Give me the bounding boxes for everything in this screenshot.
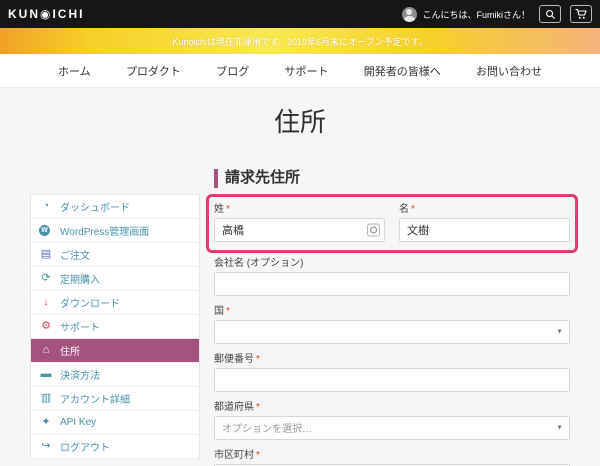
sidebar-item-orders[interactable]: ▤ ご注文 [31, 243, 199, 267]
state-select[interactable]: オプションを選択… ▼ [214, 415, 570, 440]
sidebar-item-downloads[interactable]: ↓ ダウンロード [31, 291, 199, 315]
search-button[interactable] [539, 5, 561, 23]
nav-item-support[interactable]: サポート [284, 63, 328, 79]
sidebar-item-label: 決済方法 [60, 371, 100, 382]
content-layout: ◔ ダッシュボード W WordPress管理画面 ▤ ご注文 ⟳ 定期購入 ↓… [0, 169, 600, 466]
sidebar-item-logout[interactable]: ↪ ログアウト [31, 435, 199, 459]
id-card-icon: ▥ [40, 392, 52, 404]
credit-card-icon: ▬ [40, 368, 52, 380]
subscriptions-icon: ⟳ [41, 272, 51, 284]
sidebar-item-label: ご注文 [60, 251, 90, 262]
sidebar-item-label: ダウンロード [60, 299, 120, 310]
required-mark: * [256, 401, 260, 413]
nav-item-products[interactable]: プロダクト [126, 63, 181, 79]
sidebar-item-label: ダッシュボード [60, 203, 130, 214]
sidebar-item-label: ログアウト [60, 443, 110, 454]
billing-address-form: 請求先住所 姓* 名* 会社名 (オプション) 国* [206, 169, 578, 466]
account-sidebar: ◔ ダッシュボード W WordPress管理画面 ▤ ご注文 ⟳ 定期購入 ↓… [30, 194, 200, 459]
country-label: 国 * [214, 305, 230, 317]
sidebar-item-label: サポート [60, 323, 100, 334]
sidebar-item-label: アカウント詳細 [60, 395, 130, 406]
sidebar-item-wp-admin[interactable]: W WordPress管理画面 [31, 219, 199, 243]
required-mark: * [256, 449, 260, 461]
state-select-placeholder: オプションを選択… [222, 424, 312, 436]
last-name-label: 姓 * [214, 203, 230, 215]
sidebar-item-label: API Key [60, 417, 97, 428]
sidebar-item-support[interactable]: ⚙ サポート [31, 315, 199, 339]
last-name-input[interactable] [214, 217, 385, 242]
wordpress-icon: W [39, 225, 53, 236]
required-mark: * [256, 353, 260, 365]
first-name-field-group: 名 * [399, 200, 570, 242]
sidebar-item-payment-methods[interactable]: ▬ 決済方法 [31, 363, 199, 387]
chevron-down-icon: ▼ [556, 328, 563, 336]
company-input[interactable] [214, 271, 570, 296]
sidebar-item-addresses[interactable]: ⌂ 住所 [31, 339, 199, 363]
support-gear-icon: ⚙ [41, 320, 51, 332]
country-select[interactable]: ▼ [214, 319, 570, 344]
top-bar: KUN◉ICHI こんにちは、Fumikiさん！ [0, 0, 600, 28]
postcode-label: 郵便番号 * [214, 353, 260, 365]
required-mark: * [226, 203, 230, 215]
required-mark: * [411, 203, 415, 215]
last-name-field-group: 姓 * [214, 200, 385, 242]
nav-item-blog[interactable]: ブログ [216, 63, 249, 79]
notice-banner: Kunoichiは現在非運用です。2019年6月末にオープン予定です。 [0, 28, 600, 54]
company-label: 会社名 (オプション) [214, 257, 304, 269]
nav-item-contact[interactable]: お問い合わせ [476, 63, 542, 79]
nav-item-developers[interactable]: 開発者の皆様へ [364, 63, 441, 79]
user-avatar [401, 6, 417, 22]
nav-item-home[interactable]: ホーム [58, 63, 91, 79]
user-greeting: こんにちは、Fumikiさん！ [422, 9, 531, 20]
first-name-input[interactable] [399, 217, 570, 242]
sidebar-item-api-key[interactable]: ✦ API Key [31, 411, 199, 435]
section-title: 請求先住所 [214, 169, 570, 188]
password-manager-icon[interactable] [367, 223, 380, 237]
country-field-group: 国 * ▼ [214, 302, 570, 344]
logout-icon: ↪ [41, 440, 51, 452]
company-field-group: 会社名 (オプション) [214, 254, 570, 296]
key-icon: ✦ [41, 416, 51, 428]
cart-button[interactable] [570, 5, 592, 23]
cart-icon [575, 8, 587, 19]
orders-icon: ▤ [40, 248, 52, 260]
dashboard-icon: ◔ [42, 200, 50, 212]
sidebar-item-label: 住所 [60, 347, 80, 358]
postcode-field-group: 郵便番号 * [214, 350, 570, 392]
first-name-label: 名 * [399, 203, 415, 215]
state-label: 都道府県 * [214, 401, 260, 413]
site-logo[interactable]: KUN◉ICHI [8, 7, 84, 21]
name-row: 姓* 名* [206, 193, 578, 253]
state-field-group: 都道府県 * オプションを選択… ▼ [214, 398, 570, 440]
page-title: 住所 [273, 107, 326, 137]
sidebar-item-account-details[interactable]: ▥ アカウント詳細 [31, 387, 199, 411]
postcode-input[interactable] [214, 367, 570, 392]
downloads-icon: ↓ [43, 296, 49, 308]
city-label: 市区町村 * [214, 449, 260, 461]
sidebar-item-label: 定期購入 [60, 275, 100, 286]
main-nav: ホーム プロダクト ブログ サポート 開発者の皆様へ お問い合わせ [0, 54, 600, 88]
city-field-group: 市区町村 * [214, 446, 570, 466]
notice-text: Kunoichiは現在非運用です。2019年6月末にオープン予定です。 [172, 36, 428, 47]
required-mark: * [226, 305, 230, 317]
address-icon: ⌂ [42, 344, 50, 356]
search-icon [545, 9, 555, 19]
sidebar-item-dashboard[interactable]: ◔ ダッシュボード [31, 195, 199, 219]
sidebar-item-subscriptions[interactable]: ⟳ 定期購入 [31, 267, 199, 291]
chevron-down-icon: ▼ [556, 424, 563, 432]
sidebar-item-label: WordPress管理画面 [60, 227, 150, 238]
